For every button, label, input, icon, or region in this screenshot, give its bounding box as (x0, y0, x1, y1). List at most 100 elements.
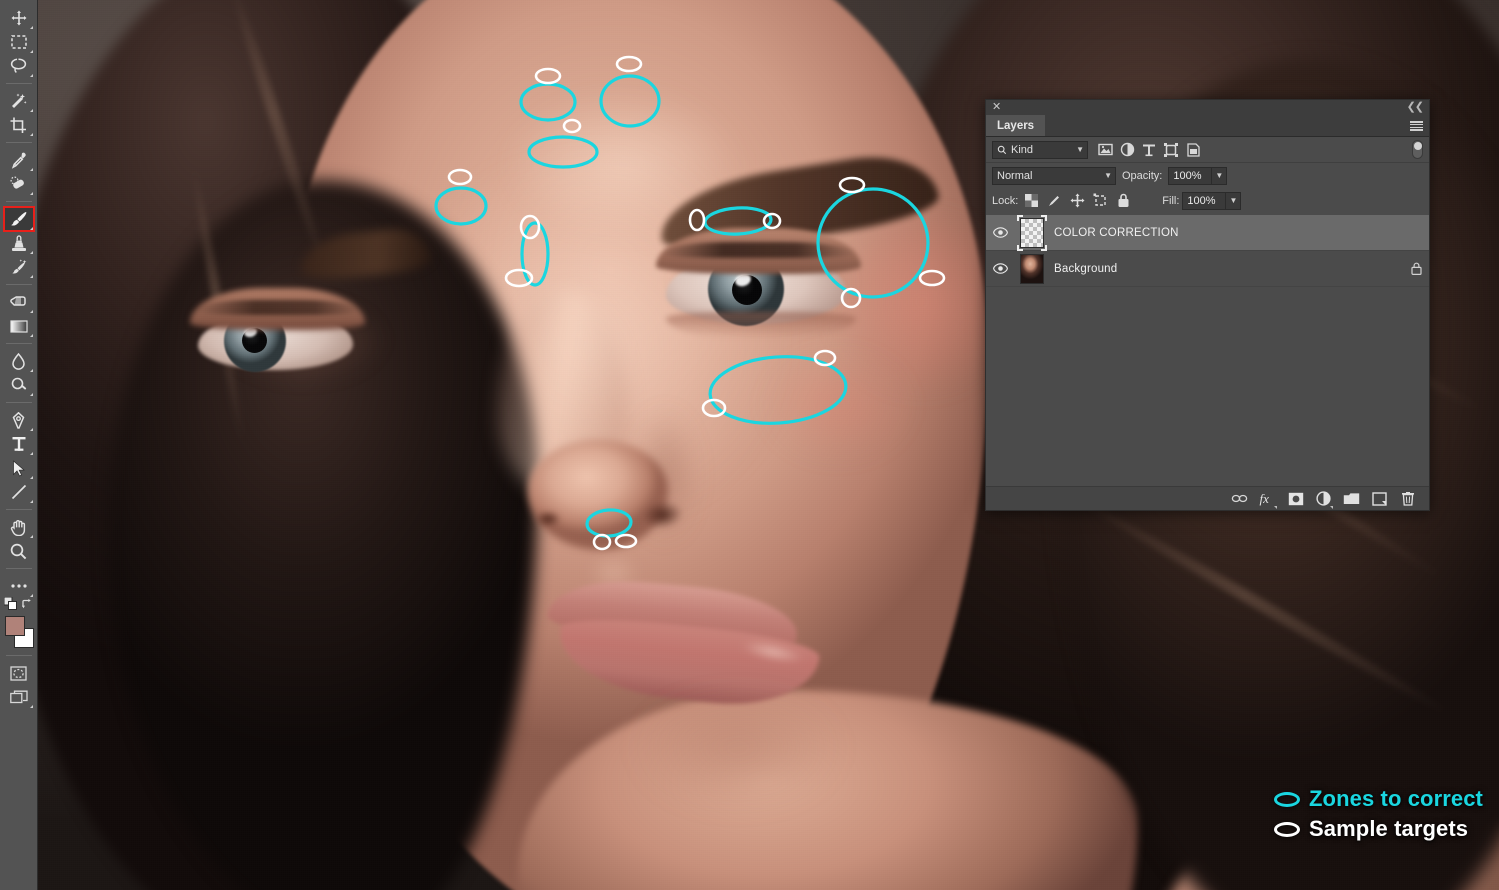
lock-label: Lock: (992, 195, 1018, 207)
gradient-tool[interactable] (4, 314, 34, 338)
tool-more-indicator-icon (30, 535, 33, 538)
button-more-indicator-icon (1330, 506, 1333, 509)
link-layers-button[interactable] (1230, 489, 1249, 508)
layer-list[interactable]: COLOR CORRECTION Background (986, 213, 1429, 486)
tool-more-indicator-icon (30, 393, 33, 396)
tool-more-indicator-icon (30, 133, 33, 136)
layer-row[interactable]: Background (986, 251, 1429, 287)
type-tool[interactable] (4, 432, 34, 456)
filter-pixel-layers-icon[interactable] (1094, 140, 1116, 160)
layer-visibility-toggle[interactable] (986, 263, 1014, 274)
close-icon[interactable]: ✕ (992, 102, 1001, 113)
layer-row[interactable]: COLOR CORRECTION (986, 215, 1429, 251)
eyedropper-tool[interactable] (4, 148, 34, 172)
spot-healing-brush-tool[interactable] (4, 172, 34, 196)
layer-thumbnail (1020, 218, 1044, 248)
lock-all-icon[interactable] (1113, 191, 1133, 211)
toolbar-divider (6, 568, 32, 569)
filter-adjustment-layers-icon[interactable] (1116, 140, 1138, 160)
layers-panel-tabs: Layers (986, 115, 1429, 137)
chevron-down-icon: ▼ (1104, 171, 1112, 180)
blend-mode-select[interactable]: Normal ▼ (992, 167, 1116, 185)
tool-more-indicator-icon (30, 334, 33, 337)
tool-more-indicator-icon (30, 74, 33, 77)
magic-wand-tool[interactable] (4, 89, 34, 113)
edit-toolbar-button[interactable] (4, 574, 34, 598)
lasso-tool[interactable] (4, 54, 34, 78)
nostril-left (531, 508, 565, 530)
tab-layers[interactable]: Layers (986, 115, 1045, 136)
brush-tool[interactable] (4, 207, 34, 231)
layer-thumbnail-cell[interactable] (1014, 215, 1050, 251)
lock-transparent-pixels-icon[interactable] (1021, 191, 1041, 211)
layer-thumbnail-cell[interactable] (1014, 254, 1050, 284)
toolbar-divider (6, 402, 32, 403)
tool-more-indicator-icon (30, 476, 33, 479)
new-group-button[interactable] (1342, 489, 1361, 508)
toolbar-divider (6, 142, 32, 143)
blur-tool[interactable] (4, 349, 34, 373)
clone-stamp-tool[interactable] (4, 231, 34, 255)
layer-lock-indicator (1403, 262, 1429, 275)
lock-position-icon[interactable] (1067, 191, 1087, 211)
layer-thumbnail (1020, 254, 1044, 284)
eraser-tool[interactable] (4, 290, 34, 314)
zoom-tool[interactable] (4, 539, 34, 563)
cheek-redness-lower (738, 330, 938, 480)
toolbar-divider (6, 343, 32, 344)
foreground-color-swatch[interactable] (5, 616, 25, 636)
layer-name[interactable]: Background (1050, 263, 1403, 275)
path-selection-tool[interactable] (4, 456, 34, 480)
quick-mask-mode-icon[interactable] (4, 661, 34, 685)
delete-layer-button[interactable] (1398, 489, 1417, 508)
layer-style-button[interactable]: fx (1258, 489, 1277, 508)
line-shape-tool[interactable] (4, 480, 34, 504)
tool-more-indicator-icon (30, 26, 33, 29)
hand-tool[interactable] (4, 515, 34, 539)
tool-more-indicator-icon (30, 275, 33, 278)
filter-kind-select[interactable]: Kind ▼ (992, 141, 1088, 159)
legend-cyan-ellipse-icon (1274, 792, 1300, 807)
panel-menu-icon[interactable] (1410, 121, 1423, 131)
tools-panel[interactable] (0, 0, 38, 890)
filter-type-layers-icon[interactable] (1138, 140, 1160, 160)
rectangular-select-tool[interactable] (4, 30, 34, 54)
layers-panel[interactable]: ✕ ❮❮ Layers Kind ▼ (985, 99, 1430, 511)
opacity-stepper-icon[interactable]: ▼ (1212, 167, 1227, 185)
chevron-down-icon: ▼ (1076, 145, 1084, 154)
new-layer-button[interactable] (1370, 489, 1389, 508)
prevent-auto-nesting-icon[interactable] (1090, 191, 1110, 211)
filter-kind-value: Kind (1011, 144, 1033, 156)
history-brush-tool[interactable] (4, 255, 34, 279)
tool-more-indicator-icon (30, 500, 33, 503)
move-tool[interactable] (4, 6, 34, 30)
thumbnail-selection-brackets (1017, 215, 1047, 251)
fill-stepper-icon[interactable]: ▼ (1226, 192, 1241, 210)
layers-panel-footer: fx (986, 486, 1429, 510)
layer-mask-button[interactable] (1286, 489, 1305, 508)
collapse-panel-icon[interactable]: ❮❮ (1407, 102, 1423, 113)
filter-smart-objects-icon[interactable] (1182, 140, 1204, 160)
fill-input[interactable]: 100% (1182, 192, 1226, 210)
screen-mode-icon[interactable] (4, 685, 34, 709)
tool-more-indicator-icon (30, 168, 33, 171)
photoshop-window: Zones to correct Sample targets ✕ ❮❮ Lay… (0, 0, 1499, 890)
opacity-input[interactable]: 100% (1168, 167, 1212, 185)
toolbar-divider (6, 83, 32, 84)
layer-visibility-toggle[interactable] (986, 227, 1014, 238)
filter-shape-layers-icon[interactable] (1160, 140, 1182, 160)
lock-image-pixels-icon[interactable] (1044, 191, 1064, 211)
toolbar-divider (6, 509, 32, 510)
dodge-tool[interactable] (4, 373, 34, 397)
layer-filter-toggle[interactable] (1412, 140, 1423, 159)
layers-panel-titlebar: ✕ ❮❮ (986, 100, 1429, 115)
crop-tool[interactable] (4, 113, 34, 137)
toolbar-divider (6, 201, 32, 202)
tool-more-indicator-icon (30, 705, 33, 708)
pen-tool[interactable] (4, 408, 34, 432)
adjustment-layer-button[interactable] (1314, 489, 1333, 508)
swap-colors-icon[interactable] (21, 597, 34, 615)
default-colors-icon[interactable] (4, 597, 17, 615)
layer-name[interactable]: COLOR CORRECTION (1050, 227, 1403, 239)
color-swatches (4, 616, 34, 650)
